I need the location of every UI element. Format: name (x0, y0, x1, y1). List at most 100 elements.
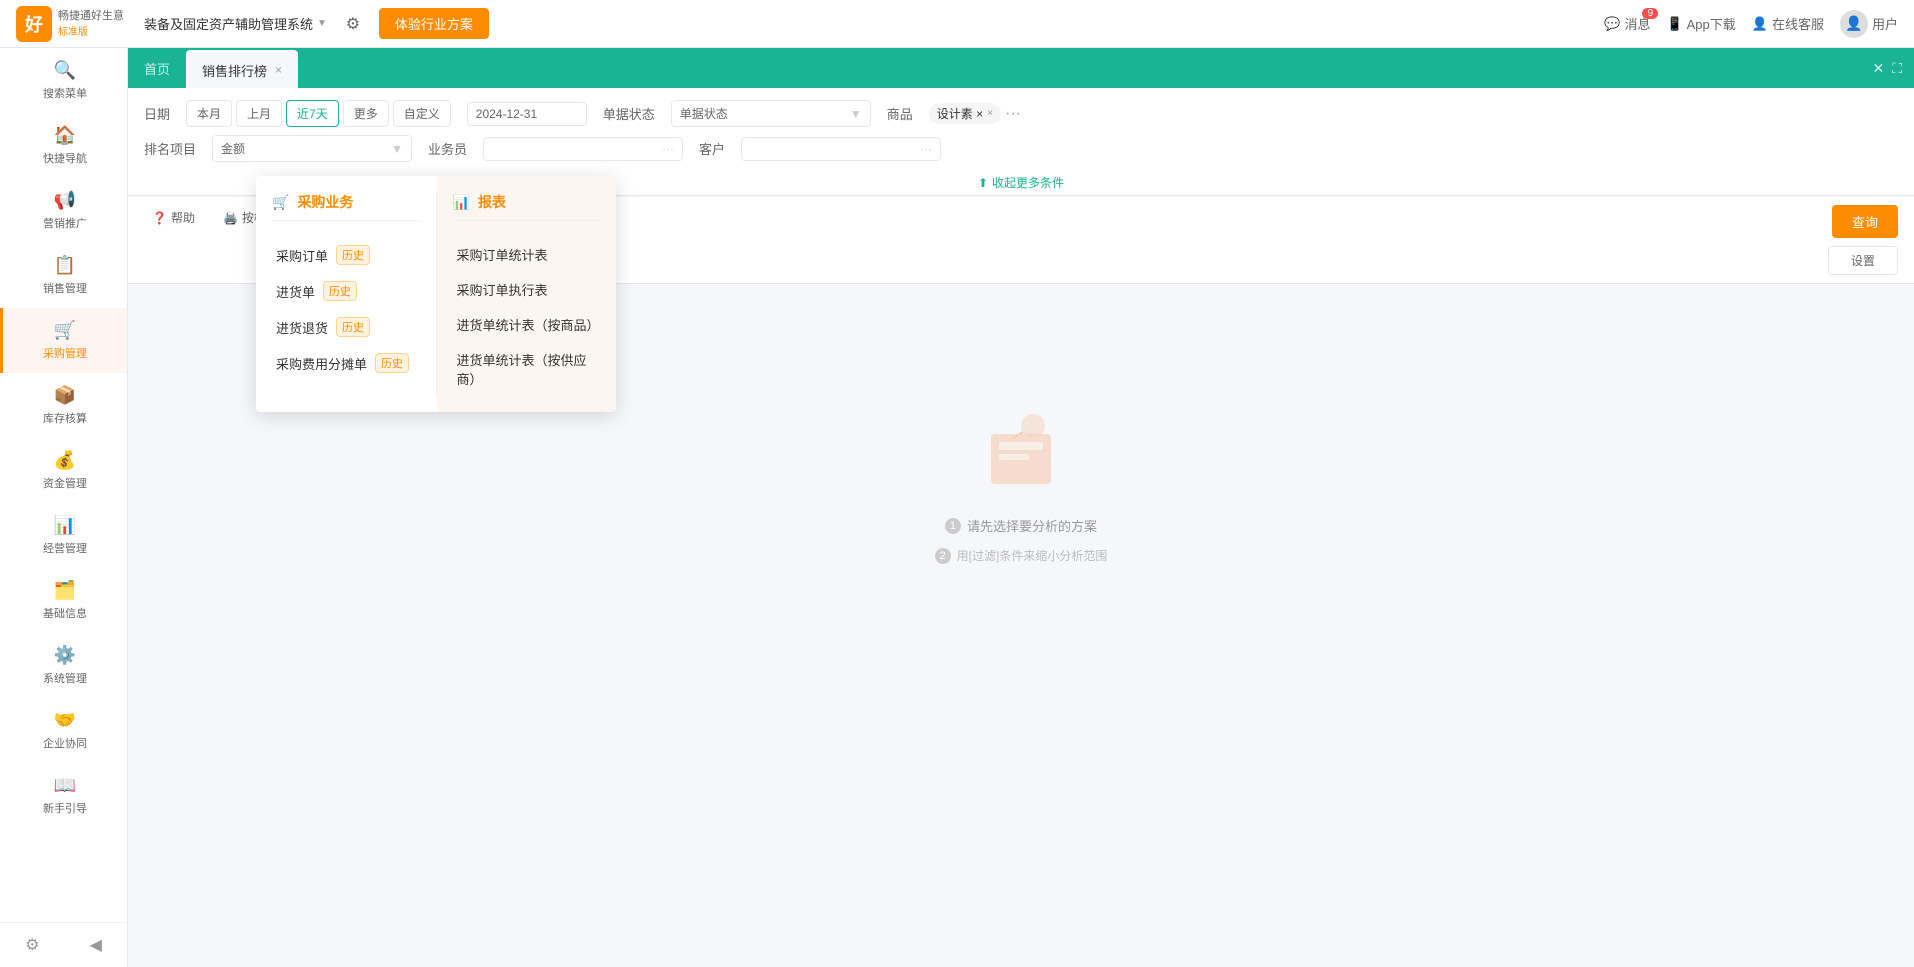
sidebar-item-operation[interactable]: 📊 经营管理 (0, 503, 127, 568)
message-action[interactable]: 💬 消息 9 (1604, 14, 1650, 33)
sidebar-collapse-btn[interactable]: ◀ (90, 935, 102, 955)
hint2-num: 2 (935, 548, 951, 564)
sidebar-item-basic[interactable]: 🗂️ 基础信息 (0, 568, 127, 633)
menu-item-expense[interactable]: 采购费用分摊单 历史 (272, 345, 420, 381)
print-icon: 🖨️ (223, 211, 238, 225)
settings-button[interactable]: ⚙ (339, 10, 367, 38)
purchase-business-icon: 🛒 (272, 194, 289, 211)
sidebar-settings-btn[interactable]: ⚙ (25, 935, 39, 955)
tab-home[interactable]: 首页 (128, 48, 186, 88)
purchase-business-section: 🛒 采购业务 采购订单 历史 进货单 历史 进货退货 (256, 176, 436, 412)
goods-tag-text: 设计素 × (937, 105, 983, 122)
action-right: 查询 设置 (1828, 205, 1898, 275)
tab-bar: 首页 销售排行榜 × ✕ ⛶ (128, 48, 1914, 88)
logo-badge: 标准版 (58, 23, 124, 38)
query-button[interactable]: 查询 (1832, 205, 1898, 238)
menu-item-receipt[interactable]: 进货单 历史 (272, 273, 420, 309)
sidebar-item-inventory[interactable]: 📦 库存核算 (0, 373, 127, 438)
industry-button[interactable]: 体验行业方案 (379, 8, 489, 39)
salesman-input[interactable]: ··· (483, 137, 683, 161)
sidebar-item-finance[interactable]: 💰 资金管理 (0, 438, 127, 503)
sidebar-item-purchase[interactable]: 🛒 采购管理 (0, 308, 127, 373)
date-btn-lastmonth[interactable]: 上月 (236, 100, 282, 127)
sidebar-label-quicknav: 快捷导航 (43, 150, 87, 166)
user-action[interactable]: 👤 用户 (1840, 10, 1898, 38)
filter-row-1: 日期 本月 上月 近7天 更多 自定义 2024-12-31 单据状态 (144, 100, 1898, 127)
app-container: 好 畅捷通好生意 标准版 装备及固定资产辅助管理系统 ▼ ⚙ 体验行业方案 💬 … (0, 0, 1914, 967)
app-download-action[interactable]: 📱 App下载 (1666, 14, 1735, 33)
menu-item-po-stat-label: 采购订单统计表 (457, 245, 548, 264)
customer-label: 客户 (699, 139, 725, 158)
app-download-label: App下载 (1687, 14, 1736, 33)
goods-dots[interactable]: ··· (1005, 105, 1021, 123)
sidebar-item-quicknav[interactable]: 🏠 快捷导航 (0, 113, 127, 178)
customer-input[interactable]: ··· (741, 137, 941, 161)
menu-item-return-label: 进货退货 (276, 318, 328, 337)
menu-item-po-exec[interactable]: 采购订单执行表 (453, 272, 601, 307)
set-button[interactable]: 设置 (1828, 246, 1898, 275)
hint2-text: 用[过滤]条件来缩小分析范围 (957, 547, 1108, 564)
main-content: 日期 本月 上月 近7天 更多 自定义 2024-12-31 单据状态 (128, 88, 1914, 967)
logo-area[interactable]: 好 畅捷通好生意 标准版 (16, 6, 124, 42)
sidebar-item-system[interactable]: ⚙️ 系统管理 (0, 633, 127, 698)
goods-filter: 设计素 × × ··· (929, 103, 1021, 124)
customer-arrow: ··· (920, 142, 932, 156)
search-icon: 🔍 (54, 60, 76, 81)
marketing-icon: 📢 (54, 190, 76, 211)
newbie-icon: 📖 (54, 775, 76, 796)
menu-item-return-history[interactable]: 历史 (336, 317, 370, 337)
date-range-input[interactable]: 2024-12-31 (467, 102, 587, 126)
tab-bar-close-btn[interactable]: ✕ (1872, 60, 1884, 77)
menu-item-return[interactable]: 进货退货 历史 (272, 309, 420, 345)
menu-item-receipt-stat-supplier[interactable]: 进货单统计表（按供应商） (453, 342, 601, 396)
menu-item-receipt-stat-supplier-label: 进货单统计表（按供应商） (457, 350, 597, 388)
sidebar-item-search[interactable]: 🔍 搜索菜单 (0, 48, 127, 113)
collapse-icon: ⬆ (978, 176, 988, 190)
hint1-num: 1 (945, 518, 961, 534)
inventory-icon: 📦 (54, 385, 76, 406)
main-layout: 🔍 搜索菜单 🏠 快捷导航 📢 营销推广 📋 销售管理 🛒 采购管理 📦 (0, 48, 1914, 967)
sidebar-bottom: ⚙ ◀ (0, 922, 127, 967)
tab-bar-actions: ✕ ⛶ (1872, 60, 1914, 77)
goods-tag-remove[interactable]: × (987, 108, 993, 119)
date-btn-thismonth[interactable]: 本月 (186, 100, 232, 127)
date-btn-custom[interactable]: 自定义 (393, 100, 451, 127)
operation-icon: 📊 (54, 515, 76, 536)
phone-icon: 📱 (1666, 16, 1682, 32)
menu-item-expense-label: 采购费用分摊单 (276, 354, 367, 373)
reports-icon: 📊 (453, 194, 470, 211)
tab-close-icon[interactable]: × (275, 63, 282, 77)
collapse-label: 收起更多条件 (992, 174, 1064, 191)
user-label: 用户 (1872, 14, 1898, 33)
help-btn[interactable]: ❓ 帮助 (144, 205, 203, 230)
doc-status-select[interactable]: 单据状态 ▼ (671, 100, 871, 127)
tab-bar-expand-btn[interactable]: ⛶ (1892, 60, 1902, 77)
date-btn-more[interactable]: 更多 (343, 100, 389, 127)
rank-item-select[interactable]: 金额 ▼ (212, 135, 412, 162)
date-btn-7days[interactable]: 近7天 (286, 100, 339, 127)
sidebar-item-marketing[interactable]: 📢 营销推广 (0, 178, 127, 243)
menu-item-expense-history[interactable]: 历史 (375, 353, 409, 373)
doc-status-label: 单据状态 (603, 104, 655, 123)
menu-item-po-stat[interactable]: 采购订单统计表 (453, 237, 601, 272)
rank-item-label: 排名项目 (144, 139, 196, 158)
menu-item-receipt-stat-goods[interactable]: 进货单统计表（按商品） (453, 307, 601, 342)
menu-item-po[interactable]: 采购订单 历史 (272, 237, 420, 273)
purchase-business-label: 采购业务 (297, 192, 353, 212)
menu-item-receipt-history[interactable]: 历史 (323, 281, 357, 301)
sidebar-item-sales[interactable]: 📋 销售管理 (0, 243, 127, 308)
top-bar: 好 畅捷通好生意 标准版 装备及固定资产辅助管理系统 ▼ ⚙ 体验行业方案 💬 … (0, 0, 1914, 48)
date-buttons: 本月 上月 近7天 更多 自定义 (186, 100, 451, 127)
system-title-dropdown[interactable]: 装备及固定资产辅助管理系统 ▼ (136, 14, 327, 33)
menu-item-po-history[interactable]: 历史 (336, 245, 370, 265)
purchase-business-title: 🛒 采购业务 (272, 192, 420, 221)
sidebar-label-enterprise: 企业协同 (43, 735, 87, 751)
date-label: 日期 (144, 104, 170, 123)
sidebar-item-enterprise[interactable]: 🤝 企业协同 (0, 698, 127, 763)
online-service-action[interactable]: 👤 在线客服 (1752, 14, 1824, 33)
sidebar-item-newbie[interactable]: 📖 新手引导 (0, 763, 127, 828)
tab-sales-rank[interactable]: 销售排行榜 × (186, 50, 298, 90)
sidebar-label-marketing: 营销推广 (43, 215, 87, 231)
logo-text-area: 畅捷通好生意 标准版 (58, 9, 124, 38)
online-service-label: 在线客服 (1772, 14, 1824, 33)
